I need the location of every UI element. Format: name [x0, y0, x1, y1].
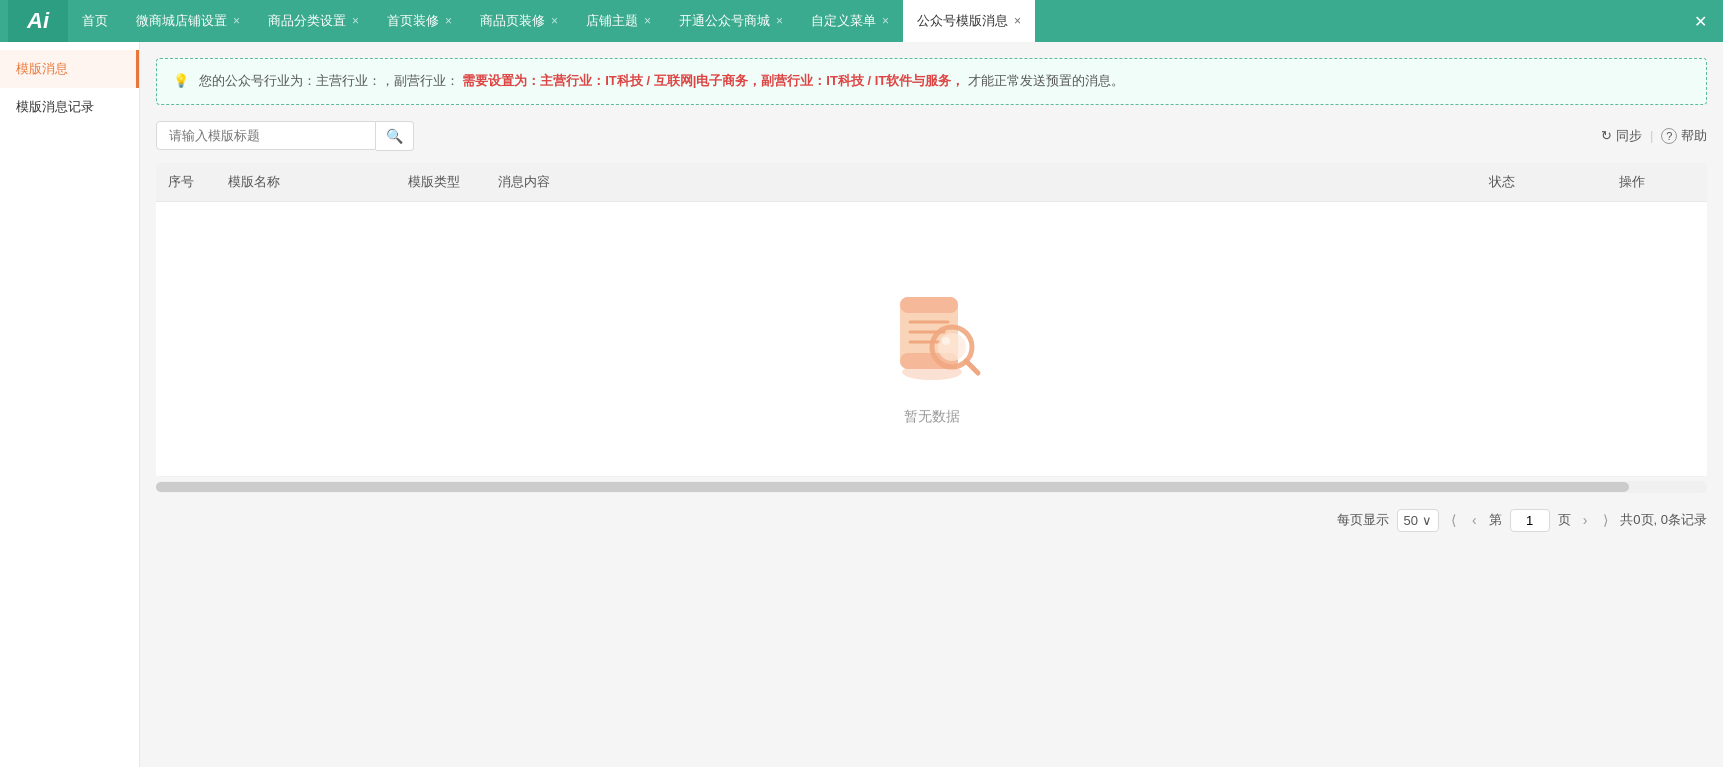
nav-tab-wshop-label: 微商城店铺设置: [136, 12, 227, 30]
empty-state: 暂无数据: [168, 212, 1695, 466]
scrollbar-thumb[interactable]: [156, 482, 1629, 492]
sidebar: 模版消息 模版消息记录: [0, 42, 140, 767]
nav-tab-templatemsg-label: 公众号模版消息: [917, 12, 1008, 30]
sync-icon: ↻: [1601, 128, 1612, 143]
sidebar-item-template[interactable]: 模版消息: [0, 50, 139, 88]
nav-tab-wxshop-label: 开通公众号商城: [679, 12, 770, 30]
sidebar-item-templatelog-label: 模版消息记录: [16, 99, 94, 114]
next-page-icon: ›: [1583, 512, 1588, 528]
nav-tab-homepage-label: 首页装修: [387, 12, 439, 30]
page-size-label: 每页显示: [1337, 511, 1389, 529]
svg-rect-2: [900, 297, 958, 313]
notice-prefix: 您的公众号行业为：主营行业：，副营行业：: [199, 73, 459, 88]
prev-page-button[interactable]: ‹: [1468, 510, 1481, 530]
notice-box: 💡 您的公众号行业为：主营行业：，副营行业： 需要设置为：主营行业：IT科技 /…: [156, 58, 1707, 105]
total-info: 共0页, 0条记录: [1620, 511, 1707, 529]
nav-tab-wshop-close[interactable]: ×: [233, 14, 240, 28]
first-page-icon: ⟨: [1451, 512, 1456, 528]
nav-tab-theme-label: 店铺主题: [586, 12, 638, 30]
nav-tab-category[interactable]: 商品分类设置 ×: [254, 0, 373, 42]
data-table: 序号 模版名称 模版类型 消息内容 状态 操作: [156, 163, 1707, 477]
sync-label: 同步: [1616, 128, 1642, 143]
next-page-button[interactable]: ›: [1579, 510, 1592, 530]
page-label-pre: 第: [1489, 511, 1502, 529]
svg-point-8: [938, 333, 966, 361]
search-icon: 🔍: [386, 128, 403, 144]
search-right: ↻ 同步 | ? 帮助: [1601, 127, 1707, 145]
nav-tab-category-close[interactable]: ×: [352, 14, 359, 28]
nav-tab-category-label: 商品分类设置: [268, 12, 346, 30]
nav-tab-theme-close[interactable]: ×: [644, 14, 651, 28]
logo: Ai: [8, 0, 68, 42]
col-header-content: 消息内容: [486, 163, 1477, 202]
col-header-seq: 序号: [156, 163, 216, 202]
first-page-button[interactable]: ⟨: [1447, 510, 1460, 530]
search-bar: 🔍 ↻ 同步 | ? 帮助: [156, 121, 1707, 151]
last-page-button[interactable]: ⟩: [1599, 510, 1612, 530]
nav-tab-home[interactable]: 首页: [68, 0, 122, 42]
page-size-select[interactable]: 50 ∨: [1397, 509, 1439, 532]
col-header-name: 模版名称: [216, 163, 396, 202]
nav-tab-productpage[interactable]: 商品页装修 ×: [466, 0, 572, 42]
table-empty-cell: 暂无数据: [156, 201, 1707, 476]
nav-tab-templatemsg-close[interactable]: ×: [1014, 14, 1021, 28]
col-header-type: 模版类型: [396, 163, 486, 202]
empty-text: 暂无数据: [168, 408, 1695, 426]
empty-illustration: [872, 272, 992, 392]
nav-tab-productpage-label: 商品页装修: [480, 12, 545, 30]
page-size-chevron-icon: ∨: [1422, 513, 1432, 528]
nav-tab-wxshop-close[interactable]: ×: [776, 14, 783, 28]
nav-tab-wxshop[interactable]: 开通公众号商城 ×: [665, 0, 797, 42]
prev-page-icon: ‹: [1472, 512, 1477, 528]
nav-tab-templatemsg[interactable]: 公众号模版消息 ×: [903, 0, 1035, 42]
toolbar-divider: |: [1650, 128, 1653, 143]
help-button[interactable]: ? 帮助: [1661, 127, 1707, 145]
svg-line-9: [966, 361, 978, 373]
notice-suffix: 才能正常发送预置的消息。: [968, 73, 1124, 88]
help-icon: ?: [1661, 128, 1677, 144]
notice-icon: 💡: [173, 73, 189, 88]
nav-tab-custommenu-label: 自定义菜单: [811, 12, 876, 30]
pagination: 每页显示 50 ∨ ⟨ ‹ 第 页 › ⟩ 共0页, 0条记录: [156, 497, 1707, 536]
horizontal-scrollbar[interactable]: [156, 481, 1707, 493]
nav-tab-productpage-close[interactable]: ×: [551, 14, 558, 28]
nav-tab-home-label: 首页: [82, 12, 108, 30]
nav-tab-wshop[interactable]: 微商城店铺设置 ×: [122, 0, 254, 42]
nav-tab-custommenu-close[interactable]: ×: [882, 14, 889, 28]
nav-tab-homepage-close[interactable]: ×: [445, 14, 452, 28]
svg-point-10: [942, 337, 950, 345]
top-navigation: Ai 首页 微商城店铺设置 × 商品分类设置 × 首页装修 × 商品页装修 × …: [0, 0, 1723, 42]
col-header-action: 操作: [1607, 163, 1707, 202]
search-button[interactable]: 🔍: [376, 121, 414, 151]
notice-highlight: 需要设置为：主营行业：IT科技 / 互联网|电子商务，副营行业：IT科技 / I…: [462, 73, 964, 88]
nav-close-all-button[interactable]: ✕: [1686, 12, 1715, 31]
content-area: 💡 您的公众号行业为：主营行业：，副营行业： 需要设置为：主营行业：IT科技 /…: [140, 42, 1723, 767]
table-empty-row: 暂无数据: [156, 201, 1707, 476]
sync-button[interactable]: ↻ 同步: [1601, 127, 1642, 145]
page-size-value: 50: [1404, 513, 1418, 528]
nav-tab-custommenu[interactable]: 自定义菜单 ×: [797, 0, 903, 42]
col-header-status: 状态: [1477, 163, 1607, 202]
help-label: 帮助: [1681, 128, 1707, 143]
table-header-row: 序号 模版名称 模版类型 消息内容 状态 操作: [156, 163, 1707, 202]
page-number-input[interactable]: [1510, 509, 1550, 532]
search-left: 🔍: [156, 121, 414, 151]
nav-tab-homepage[interactable]: 首页装修 ×: [373, 0, 466, 42]
main-layout: 模版消息 模版消息记录 💡 您的公众号行业为：主营行业：，副营行业： 需要设置为…: [0, 42, 1723, 767]
sidebar-item-templatelog[interactable]: 模版消息记录: [0, 88, 139, 126]
last-page-icon: ⟩: [1603, 512, 1608, 528]
sidebar-item-template-label: 模版消息: [16, 61, 68, 76]
nav-tab-theme[interactable]: 店铺主题 ×: [572, 0, 665, 42]
search-input[interactable]: [156, 121, 376, 150]
page-label-suf: 页: [1558, 511, 1571, 529]
